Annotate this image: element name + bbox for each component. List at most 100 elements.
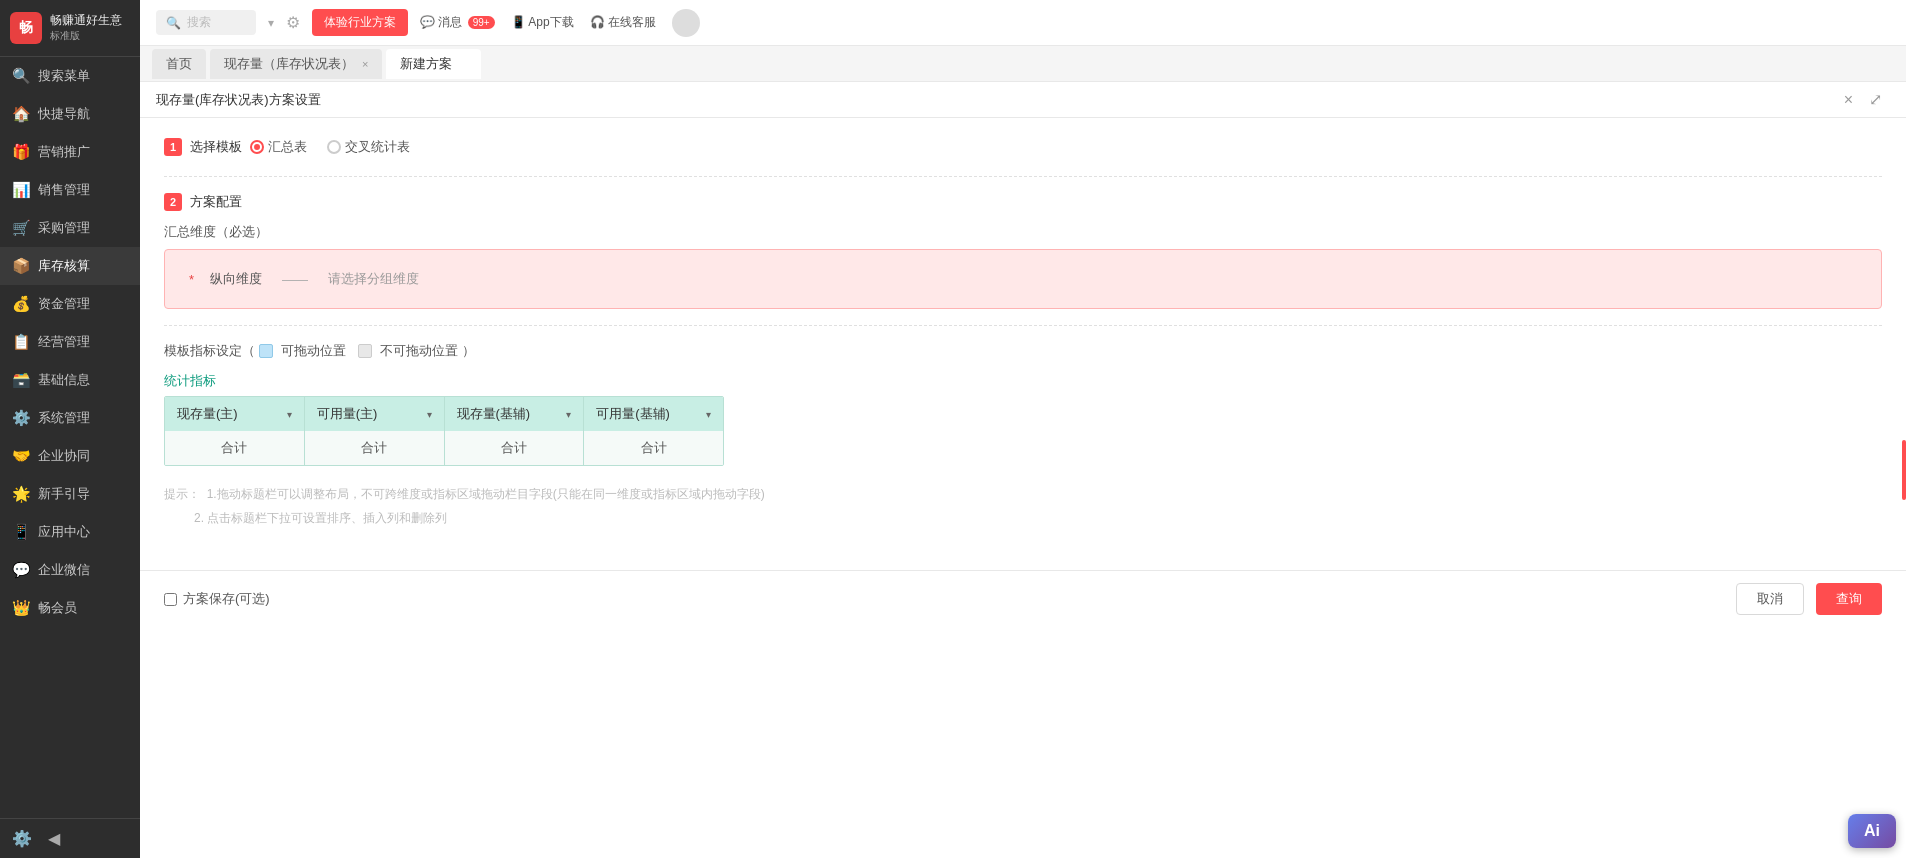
app-center-icon: 📱 (12, 523, 30, 541)
member-icon: 👑 (12, 599, 30, 617)
customer-service-section[interactable]: 🎧 在线客服 (590, 14, 656, 31)
step2-badge: 2 (164, 193, 182, 211)
tab-inventory-label: 现存量（库存状况表） (224, 55, 354, 73)
sidebar-item-finance[interactable]: 💰 资金管理 (0, 285, 140, 323)
sidebar-item-label: 库存核算 (38, 257, 90, 275)
stats-title: 统计指标 (164, 372, 1882, 390)
search-icon: 🔍 (166, 16, 181, 30)
tab-inventory-close[interactable]: × (362, 58, 368, 70)
save-plan-checkbox[interactable]: 方案保存(可选) (164, 590, 270, 608)
sidebar-footer: ⚙️ ◀ (0, 818, 140, 858)
sidebar-item-label: 畅会员 (38, 599, 77, 617)
summary-dim-label: 汇总维度（必选） (164, 223, 1882, 241)
system-icon: ⚙️ (12, 409, 30, 427)
panel-close-btn[interactable]: × (1844, 91, 1853, 109)
main-area: 🔍 搜索 ▾ ⚙ 体验行业方案 💬 消息 99+ 📱 App下载 🎧 在线客服 (140, 0, 1906, 858)
step1-divider (164, 176, 1882, 177)
message-label: 消息 (438, 15, 462, 29)
sidebar-item-member[interactable]: 👑 畅会员 (0, 589, 140, 627)
app-version: 标准版 (50, 29, 122, 43)
sidebar-item-app-center[interactable]: 📱 应用中心 (0, 513, 140, 551)
stats-col-4-label: 可用量(基辅) (596, 405, 670, 423)
gear-icon[interactable]: ⚙ (286, 13, 300, 32)
sales-icon: 📊 (12, 181, 30, 199)
stats-col-4-dropdown[interactable]: ▾ (706, 409, 711, 420)
stats-col-1[interactable]: 现存量(主) ▾ (165, 397, 305, 431)
metrics-legend-row: 模板指标设定（ 可拖动位置 不可拖动位置 ） (164, 342, 1882, 360)
panel-header: 现存量(库存状况表)方案设置 × ⤢ (140, 82, 1906, 118)
radio-cross[interactable]: 交叉统计表 (327, 138, 410, 156)
search-box[interactable]: 🔍 搜索 (156, 10, 256, 35)
app-download-icon: 📱 (511, 15, 526, 29)
stats-col-3[interactable]: 现存量(基辅) ▾ (445, 397, 585, 431)
sidebar-item-label: 企业协同 (38, 447, 90, 465)
tab-home[interactable]: 首页 (152, 49, 206, 79)
sidebar-item-operations[interactable]: 📋 经营管理 (0, 323, 140, 361)
step2-header: 2 方案配置 (164, 193, 1882, 211)
app-download-section[interactable]: 📱 App下载 (511, 14, 574, 31)
message-section[interactable]: 💬 消息 99+ (420, 14, 495, 31)
tab-new-plan[interactable]: 新建方案 × (386, 49, 480, 79)
settings-content: 1 选择模板 汇总表 交叉统计表 (140, 118, 1906, 570)
panel-expand-btn[interactable]: ⤢ (1869, 90, 1882, 109)
warning-arrow: —— (282, 272, 308, 287)
sidebar-item-marketing[interactable]: 🎁 营销推广 (0, 133, 140, 171)
purchase-icon: 🛒 (12, 219, 30, 237)
stats-row-1-col-4: 合计 (584, 431, 723, 465)
step2-divider (164, 325, 1882, 326)
save-plan-input[interactable] (164, 593, 177, 606)
radio-summary[interactable]: 汇总表 (250, 138, 307, 156)
tab-bar: 首页 现存量（库存状况表） × 新建方案 × (140, 46, 1906, 82)
stats-col-2[interactable]: 可用量(主) ▾ (305, 397, 445, 431)
tips-box: 提示： 1.拖动标题栏可以调整布局，不可跨维度或指标区域拖动栏目字段(只能在同一… (164, 482, 1882, 530)
footer-actions: 取消 查询 (1736, 583, 1882, 615)
radio-summary-label: 汇总表 (268, 138, 307, 156)
sidebar-item-inventory[interactable]: 📦 库存核算 (0, 247, 140, 285)
step1-title: 选择模板 (190, 138, 242, 156)
sidebar-item-label: 营销推广 (38, 143, 90, 161)
top-header: 🔍 搜索 ▾ ⚙ 体验行业方案 💬 消息 99+ 📱 App下载 🎧 在线客服 (140, 0, 1906, 46)
cooperation-icon: 🤝 (12, 447, 30, 465)
step1-header: 1 选择模板 汇总表 交叉统计表 (164, 138, 1882, 156)
app-download-label: App下载 (528, 15, 573, 29)
tab-new-plan-close[interactable]: × (460, 58, 466, 70)
sidebar-item-label: 新手引导 (38, 485, 90, 503)
template-radio-group: 汇总表 交叉统计表 (250, 138, 410, 156)
sidebar-item-label: 销售管理 (38, 181, 90, 199)
dim-warning-box[interactable]: * 纵向维度 —— 请选择分组维度 (164, 249, 1882, 309)
scroll-indicator (1902, 440, 1906, 500)
tab-new-plan-label: 新建方案 (400, 55, 452, 73)
stats-col-1-dropdown[interactable]: ▾ (287, 409, 292, 420)
search-menu-icon: 🔍 (12, 67, 30, 85)
stats-col-2-dropdown[interactable]: ▾ (427, 409, 432, 420)
stats-col-4[interactable]: 可用量(基辅) ▾ (584, 397, 723, 431)
sidebar-item-wechat[interactable]: 💬 企业微信 (0, 551, 140, 589)
sidebar-item-label: 系统管理 (38, 409, 90, 427)
wechat-icon: 💬 (12, 561, 30, 579)
sidebar-item-search-menu[interactable]: 🔍 搜索菜单 (0, 57, 140, 95)
dropdown-icon[interactable]: ▾ (268, 16, 274, 30)
settings-icon[interactable]: ⚙️ (12, 829, 32, 848)
industry-btn[interactable]: 体验行业方案 (312, 9, 408, 36)
user-avatar[interactable] (672, 9, 700, 37)
sidebar-item-system[interactable]: ⚙️ 系统管理 (0, 399, 140, 437)
stats-table: 现存量(主) ▾ 可用量(主) ▾ 现存量(基辅) ▾ (164, 396, 724, 466)
ai-button[interactable]: Ai (1848, 814, 1896, 848)
query-button[interactable]: 查询 (1816, 583, 1882, 615)
stats-col-3-dropdown[interactable]: ▾ (566, 409, 571, 420)
sidebar-item-quick-nav[interactable]: 🏠 快捷导航 (0, 95, 140, 133)
warning-required: * (189, 272, 194, 287)
stats-col-3-label: 现存量(基辅) (457, 405, 531, 423)
basic-info-icon: 🗃️ (12, 371, 30, 389)
sidebar-item-basic-info[interactable]: 🗃️ 基础信息 (0, 361, 140, 399)
sidebar-item-guide[interactable]: 🌟 新手引导 (0, 475, 140, 513)
sidebar-item-cooperation[interactable]: 🤝 企业协同 (0, 437, 140, 475)
collapse-icon[interactable]: ◀ (48, 829, 60, 848)
sidebar-item-purchase[interactable]: 🛒 采购管理 (0, 209, 140, 247)
tab-inventory-status[interactable]: 现存量（库存状况表） × (210, 49, 382, 79)
cancel-button[interactable]: 取消 (1736, 583, 1804, 615)
sidebar-item-label: 基础信息 (38, 371, 90, 389)
sidebar-item-sales[interactable]: 📊 销售管理 (0, 171, 140, 209)
step1-badge: 1 (164, 138, 182, 156)
sidebar-item-label: 企业微信 (38, 561, 90, 579)
